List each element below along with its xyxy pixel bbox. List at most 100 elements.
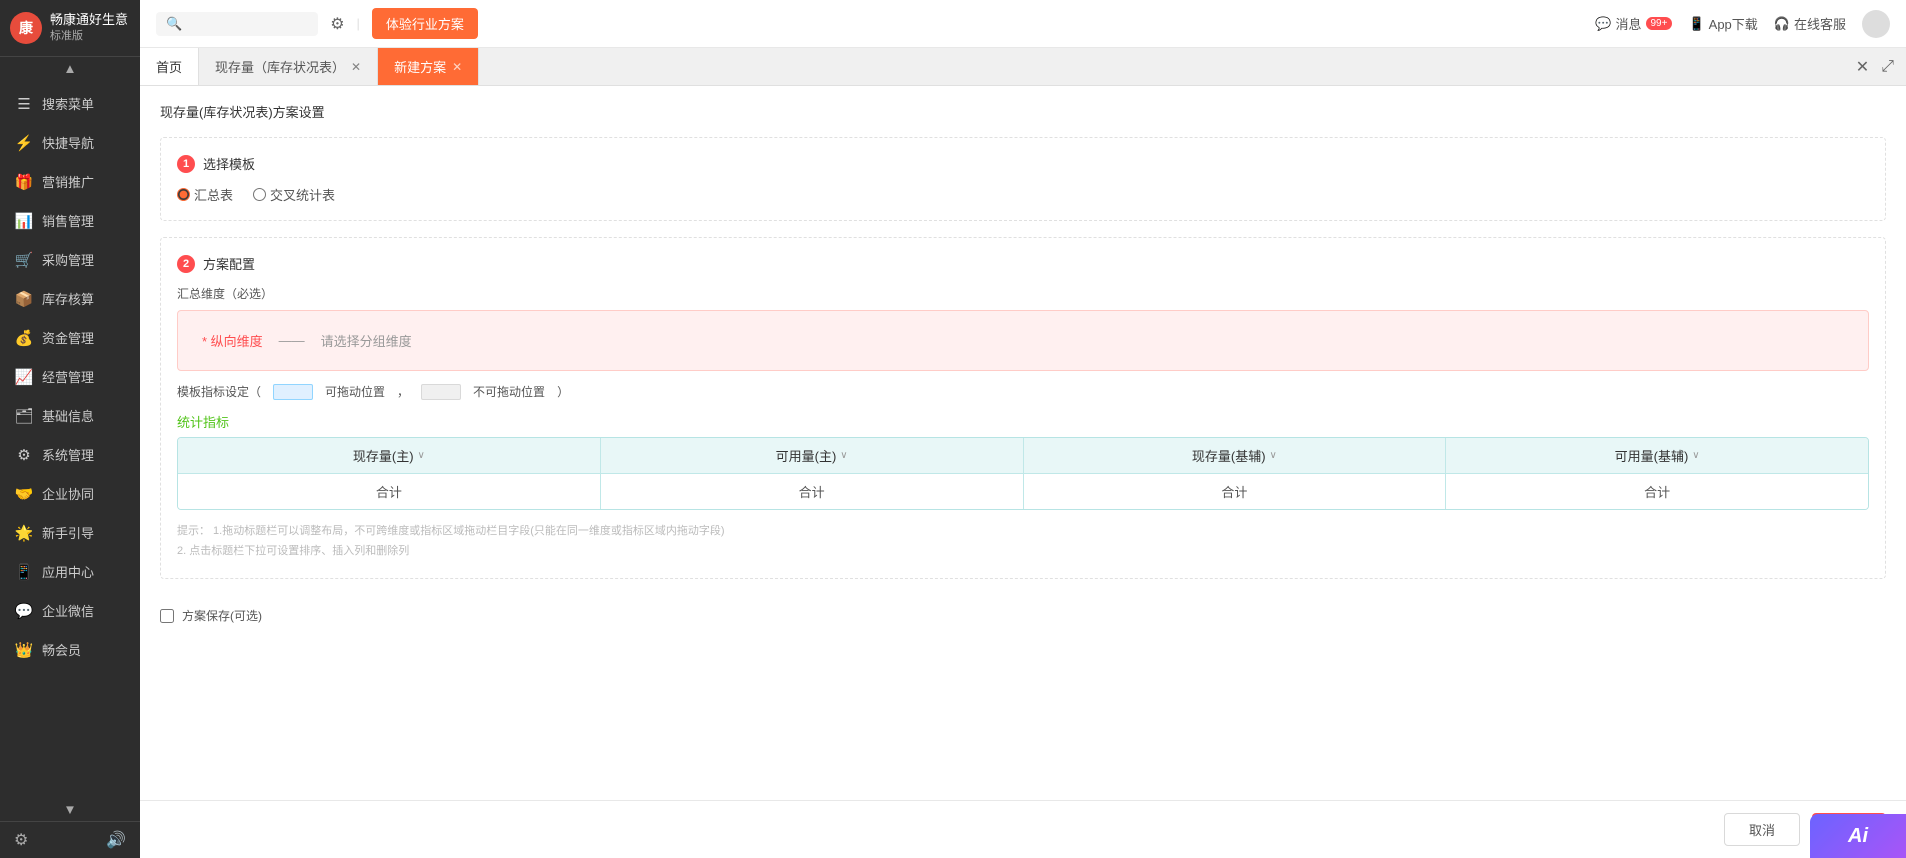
- dim-separator: ——: [279, 333, 305, 348]
- bottom-bar: 取消 查询: [140, 800, 1906, 858]
- user-avatar[interactable]: [1862, 10, 1890, 38]
- dim-pink-area: * 纵向维度 —— 请选择分组维度: [177, 310, 1869, 371]
- indicator-nondraggable-text: 不可拖动位置: [473, 383, 545, 400]
- sidebar-item-label: 搜索菜单: [42, 94, 94, 113]
- template-radio-group: 汇总表 交叉统计表: [177, 185, 1869, 204]
- app-download-label: App下载: [1709, 14, 1758, 33]
- expand-tab-btn[interactable]: ⤢: [1877, 56, 1898, 78]
- indicator-label: 模板指标设定（: [177, 383, 261, 400]
- sidebar-item-app-center[interactable]: 📱 应用中心: [0, 552, 140, 591]
- sidebar-item-label: 销售管理: [42, 211, 94, 230]
- stats-cell-1-2: 合计: [601, 474, 1024, 509]
- app-download-icon: 📱: [1688, 16, 1704, 32]
- stats-col-3-label: 现存量(基辅): [1192, 446, 1266, 465]
- tab-inventory-label: 现存量（库存状况表）: [215, 57, 345, 76]
- tab-new-scheme-close[interactable]: ✕: [452, 60, 462, 74]
- sidebar-scroll-down[interactable]: ▼: [0, 798, 140, 821]
- message-action[interactable]: 💬 消息 99+: [1595, 14, 1672, 33]
- draggable-indicator: [273, 384, 313, 400]
- sidebar-item-label: 畅会员: [42, 640, 81, 659]
- tab-new-scheme[interactable]: 新建方案 ✕: [378, 48, 479, 85]
- headset-icon: 🎧: [1774, 16, 1790, 32]
- ai-label: Ai: [1848, 825, 1868, 848]
- page-title: 现存量(库存状况表)方案设置: [160, 102, 1886, 121]
- settings-button[interactable]: ⚙: [330, 14, 344, 34]
- stats-col-3[interactable]: 现存量(基辅) ∨: [1024, 438, 1447, 473]
- close-tab-btn[interactable]: ✕: [1852, 55, 1873, 79]
- stats-table: 现存量(主) ∨ 可用量(主) ∨ 现存量(基辅) ∨ 可用量(基辅): [177, 437, 1869, 510]
- sidebar-item-label: 经营管理: [42, 367, 94, 386]
- search-input[interactable]: [188, 17, 308, 31]
- sidebar-item-system[interactable]: ⚙ 系统管理: [0, 435, 140, 474]
- radio-cross-label: 交叉统计表: [270, 185, 335, 204]
- radio-cross-input[interactable]: [253, 188, 266, 201]
- sidebar: 康 畅康通好生意 标准版 ▲ ☰ 搜索菜单 ⚡ 快捷导航 🎁 营销推广 📊 销售…: [0, 0, 140, 858]
- marketing-icon: 🎁: [14, 173, 34, 191]
- trial-industry-button[interactable]: 体验行业方案: [372, 8, 478, 39]
- search-area[interactable]: 🔍: [156, 12, 318, 36]
- sidebar-item-corp[interactable]: 🤝 企业协同: [0, 474, 140, 513]
- newbie-icon: 🌟: [14, 524, 34, 542]
- sidebar-item-operations[interactable]: 📈 经营管理: [0, 357, 140, 396]
- settings-footer-icon[interactable]: ⚙: [14, 830, 28, 850]
- scroll-down-btn[interactable]: ▼: [59, 798, 80, 821]
- app-download-action[interactable]: 📱 App下载: [1688, 14, 1757, 33]
- tab-home[interactable]: 首页: [140, 48, 199, 85]
- sidebar-item-purchase[interactable]: 🛒 采购管理: [0, 240, 140, 279]
- stats-col-1[interactable]: 现存量(主) ∨: [178, 438, 601, 473]
- section1-header: 1 选择模板: [177, 154, 1869, 173]
- section2-num: 2: [177, 255, 195, 273]
- radio-summary-input[interactable]: [177, 188, 190, 201]
- scroll-up-btn[interactable]: ▲: [59, 57, 80, 80]
- stats-cell-1-3: 合计: [1024, 474, 1447, 509]
- search-menu-icon: ☰: [14, 95, 34, 113]
- sidebar-item-newbie[interactable]: 🌟 新手引导: [0, 513, 140, 552]
- tab-inventory-close[interactable]: ✕: [351, 60, 361, 74]
- sidebar-item-sales[interactable]: 📊 销售管理: [0, 201, 140, 240]
- sidebar-item-basic-info[interactable]: 🗂 基础信息: [0, 396, 140, 435]
- stats-col-2-arrow: ∨: [840, 450, 847, 461]
- system-icon: ⚙: [14, 446, 34, 464]
- indicator-draggable-text: 可拖动位置: [325, 383, 385, 400]
- sidebar-item-search-menu[interactable]: ☰ 搜索菜单: [0, 84, 140, 123]
- online-service-label: 在线客服: [1794, 14, 1846, 33]
- sidebar-item-member[interactable]: 👑 畅会员: [0, 630, 140, 669]
- non-draggable-indicator: [421, 384, 461, 400]
- dim-placeholder[interactable]: 请选择分组维度: [321, 331, 412, 350]
- topbar-divider: |: [357, 16, 360, 31]
- save-checkbox[interactable]: [160, 609, 174, 623]
- audio-footer-icon[interactable]: 🔊: [106, 830, 126, 850]
- sidebar-item-marketing[interactable]: 🎁 营销推广: [0, 162, 140, 201]
- message-icon: 💬: [1595, 16, 1611, 32]
- main-area: 🔍 ⚙ | 体验行业方案 💬 消息 99+ 📱 App下载 🎧 在线客服: [140, 0, 1906, 858]
- indicator-row: 模板指标设定（ 可拖动位置 ， 不可拖动位置 ）: [177, 383, 1869, 400]
- sidebar-item-shortcut[interactable]: ⚡ 快捷导航: [0, 123, 140, 162]
- dim-label: 汇总维度（必选）: [177, 285, 1869, 302]
- tab-inventory-status[interactable]: 现存量（库存状况表） ✕: [199, 48, 378, 85]
- basic-info-icon: 🗂: [14, 407, 34, 425]
- cancel-button[interactable]: 取消: [1724, 813, 1800, 846]
- logo-text: 畅康通好生意 标准版: [50, 12, 128, 43]
- sidebar-item-label: 快捷导航: [42, 133, 94, 152]
- online-service-action[interactable]: 🎧 在线客服: [1774, 14, 1846, 33]
- radio-cross[interactable]: 交叉统计表: [253, 185, 335, 204]
- member-icon: 👑: [14, 641, 34, 659]
- sidebar-scroll-up[interactable]: ▲: [0, 57, 140, 80]
- app-center-icon: 📱: [14, 563, 34, 581]
- save-label: 方案保存(可选): [182, 607, 262, 624]
- sidebar-item-label: 基础信息: [42, 406, 94, 425]
- purchase-icon: 🛒: [14, 251, 34, 269]
- sidebar-item-finance[interactable]: 💰 资金管理: [0, 318, 140, 357]
- stats-label: 统计指标: [177, 412, 1869, 431]
- section-choose-template: 1 选择模板 汇总表 交叉统计表: [160, 137, 1886, 221]
- stats-col-2[interactable]: 可用量(主) ∨: [601, 438, 1024, 473]
- sidebar-footer: ⚙ 🔊: [0, 821, 140, 858]
- tab-new-scheme-label: 新建方案: [394, 57, 446, 76]
- sidebar-item-label: 应用中心: [42, 562, 94, 581]
- stats-col-4[interactable]: 可用量(基辅) ∨: [1446, 438, 1868, 473]
- ai-float-button[interactable]: Ai: [1810, 814, 1906, 858]
- sidebar-item-wechat[interactable]: 💬 企业微信: [0, 591, 140, 630]
- radio-summary[interactable]: 汇总表: [177, 185, 233, 204]
- sidebar-item-inventory[interactable]: 📦 库存核算: [0, 279, 140, 318]
- topbar: 🔍 ⚙ | 体验行业方案 💬 消息 99+ 📱 App下载 🎧 在线客服: [140, 0, 1906, 48]
